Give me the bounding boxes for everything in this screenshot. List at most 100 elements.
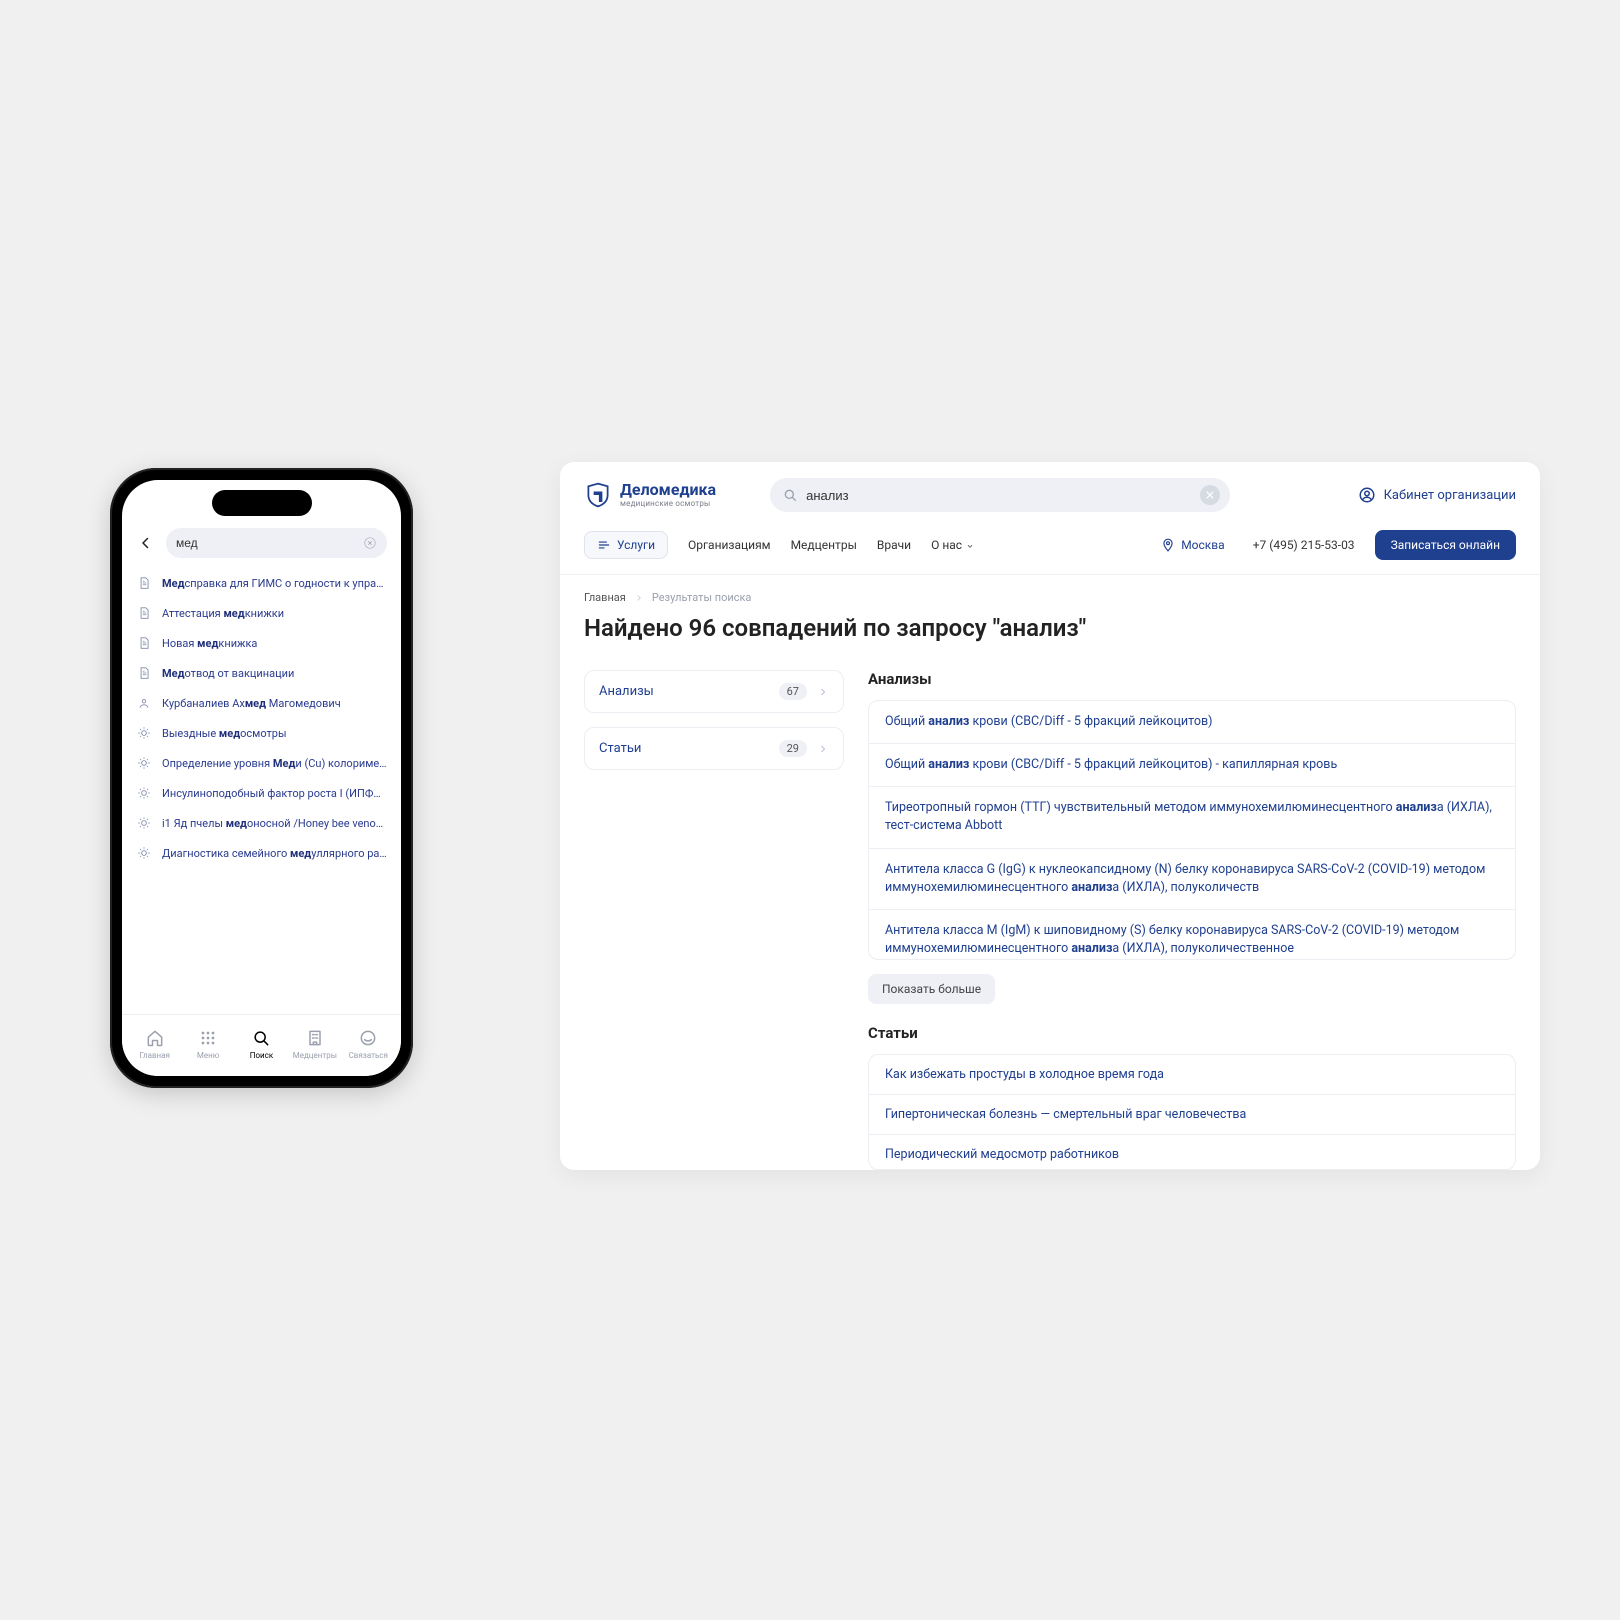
suggestion-text: Новая медкнижка <box>162 637 257 650</box>
suggestion-item[interactable]: Курбаналиев Ахмед Магомедович <box>134 688 389 718</box>
back-button[interactable] <box>136 533 156 553</box>
gear-icon <box>136 785 152 801</box>
facet-item[interactable]: Статьи 29 <box>584 727 844 770</box>
gear-icon <box>136 755 152 771</box>
tab-label: Главная <box>139 1051 169 1060</box>
clear-button[interactable] <box>1200 485 1220 505</box>
nav-link[interactable]: О нас <box>921 532 985 558</box>
suggestion-text: Курбаналиев Ахмед Магомедович <box>162 697 341 710</box>
article-item[interactable]: Гипертоническая болезнь — смертельный вр… <box>869 1094 1515 1134</box>
suggestion-item[interactable]: Медотвод от вакцинации <box>134 658 389 688</box>
result-item[interactable]: Антитела класса M (IgM) к шиповидному (S… <box>869 909 1515 960</box>
article-item[interactable]: Как избежать простуды в холодное время г… <box>869 1055 1515 1094</box>
tab-building[interactable]: Медцентры <box>290 1028 340 1060</box>
user-icon <box>136 695 152 711</box>
doc-icon <box>136 575 152 591</box>
result-list-articles: Как избежать простуды в холодное время г… <box>868 1054 1516 1170</box>
city-selector[interactable]: Москва <box>1153 532 1232 558</box>
suggestion-item[interactable]: Выездные медосмотры <box>134 718 389 748</box>
result-list-analyses: Общий анализ крови (CBC/Diff - 5 фракций… <box>868 700 1516 960</box>
nav-link[interactable]: Врачи <box>867 532 921 558</box>
building-icon <box>305 1028 325 1048</box>
result-item[interactable]: Общий анализ крови (CBC/Diff - 5 фракций… <box>869 743 1515 786</box>
suggestion-item[interactable]: Инсулиноподобный фактор роста I (ИПФР-… <box>134 778 389 808</box>
nav-services-label: Услуги <box>617 538 655 552</box>
brand-logo[interactable]: Деломедика медицинские осмотры <box>584 481 716 509</box>
result-item[interactable]: Общий анализ крови (CBC/Diff - 5 фракций… <box>869 701 1515 743</box>
tab-label: Меню <box>197 1051 219 1060</box>
mobile-suggestions: Медсправка для ГИМС о годности к упра… Ат… <box>122 568 401 1014</box>
org-link-label: Кабинет организации <box>1384 488 1516 503</box>
section-header-articles: Статьи <box>868 1024 1516 1042</box>
breadcrumb: Главная Результаты поиска <box>584 591 1516 604</box>
result-item[interactable]: Антитела класса G (IgG) к нуклеокапсидно… <box>869 848 1515 909</box>
desktop-search-field[interactable] <box>770 478 1230 512</box>
grid-icon <box>198 1028 218 1048</box>
chevron-down-icon <box>965 541 975 551</box>
mobile-search-input[interactable] <box>176 536 363 550</box>
desktop-header: Деломедика медицинские осмотры Кабинет о… <box>560 462 1540 520</box>
suggestion-text: Медсправка для ГИМС о годности к упра… <box>162 577 383 590</box>
brand-subtitle: медицинские осмотры <box>620 500 716 508</box>
phone-screen: Медсправка для ГИМС о годности к упра… Ат… <box>122 480 401 1076</box>
search-icon <box>782 487 798 503</box>
nav-link[interactable]: Организациям <box>678 532 781 558</box>
doc-icon <box>136 665 152 681</box>
suggestion-item[interactable]: Определение уровня Меди (Cu) колоримет… <box>134 748 389 778</box>
city-label: Москва <box>1181 538 1224 552</box>
suggestion-text: Определение уровня Меди (Cu) колоримет… <box>162 757 387 770</box>
suggestion-text: Аттестация медкнижки <box>162 607 284 620</box>
user-circle-icon <box>1358 486 1376 504</box>
show-more-button[interactable]: Показать больше <box>868 974 995 1004</box>
phone-number[interactable]: +7 (495) 215-53-03 <box>1243 538 1365 552</box>
facet-count: 67 <box>779 683 807 700</box>
suggestion-item[interactable]: Аттестация медкнижки <box>134 598 389 628</box>
desktop-card: Деломедика медицинские осмотры Кабинет о… <box>560 462 1540 1170</box>
suggestion-item[interactable]: Медсправка для ГИМС о годности к упра… <box>134 568 389 598</box>
tab-chat[interactable]: Связаться <box>343 1028 393 1060</box>
section-header-analyses: Анализы <box>868 670 1516 688</box>
search-icon <box>251 1028 271 1048</box>
chevron-right-icon <box>634 593 644 603</box>
tab-home[interactable]: Главная <box>130 1028 180 1060</box>
clear-icon[interactable] <box>363 536 377 550</box>
brand-title: Деломедика <box>620 482 716 498</box>
suggestion-item[interactable]: i1 Яд пчелы медоносной /Honey bee veno… <box>134 808 389 838</box>
tab-grid[interactable]: Меню <box>183 1028 233 1060</box>
cta-book[interactable]: Записаться онлайн <box>1375 530 1516 560</box>
mobile-search-row <box>122 524 401 568</box>
suggestion-text: Диагностика семейного медуллярного ра… <box>162 847 387 860</box>
tab-label: Поиск <box>250 1051 273 1060</box>
page-title: Найдено 96 совпадений по запросу "анализ… <box>584 614 1516 642</box>
article-item[interactable]: Периодический медосмотр работников <box>869 1134 1515 1170</box>
phone-frame: Медсправка для ГИМС о годности к упра… Ат… <box>110 468 413 1088</box>
gear-icon <box>136 725 152 741</box>
facet-item[interactable]: Анализы 67 <box>584 670 844 713</box>
suggestion-text: Выездные медосмотры <box>162 727 287 740</box>
crumb-home[interactable]: Главная <box>584 591 626 604</box>
shield-icon <box>584 481 612 509</box>
result-item[interactable]: Тиреотропный гормон (ТТГ) чувствительный… <box>869 786 1515 847</box>
desktop-nav: Услуги ОрганизациямМедцентрыВрачиО нас М… <box>560 520 1540 575</box>
org-account-link[interactable]: Кабинет организации <box>1358 486 1516 504</box>
desktop-search-input[interactable] <box>806 488 1200 503</box>
facet-label: Статьи <box>599 741 769 756</box>
pin-icon <box>1161 538 1175 552</box>
facet-label: Анализы <box>599 684 769 699</box>
doc-icon <box>136 605 152 621</box>
suggestion-item[interactable]: Новая медкнижка <box>134 628 389 658</box>
home-icon <box>145 1028 165 1048</box>
crumb-current: Результаты поиска <box>652 591 752 604</box>
suggestion-text: Инсулиноподобный фактор роста I (ИПФР-… <box>162 787 387 800</box>
suggestion-item[interactable]: Диагностика семейного медуллярного ра… <box>134 838 389 868</box>
chevron-right-icon <box>817 743 829 755</box>
suggestion-text: i1 Яд пчелы медоносной /Honey bee veno… <box>162 817 383 830</box>
facet-count: 29 <box>779 740 807 757</box>
tab-label: Медцентры <box>293 1051 337 1060</box>
desktop-body: Главная Результаты поиска Найдено 96 сов… <box>560 575 1540 1170</box>
mobile-search-field[interactable] <box>166 528 387 558</box>
tab-search[interactable]: Поиск <box>236 1028 286 1060</box>
doc-icon <box>136 635 152 651</box>
nav-services[interactable]: Услуги <box>584 531 668 559</box>
nav-link[interactable]: Медцентры <box>781 532 867 558</box>
